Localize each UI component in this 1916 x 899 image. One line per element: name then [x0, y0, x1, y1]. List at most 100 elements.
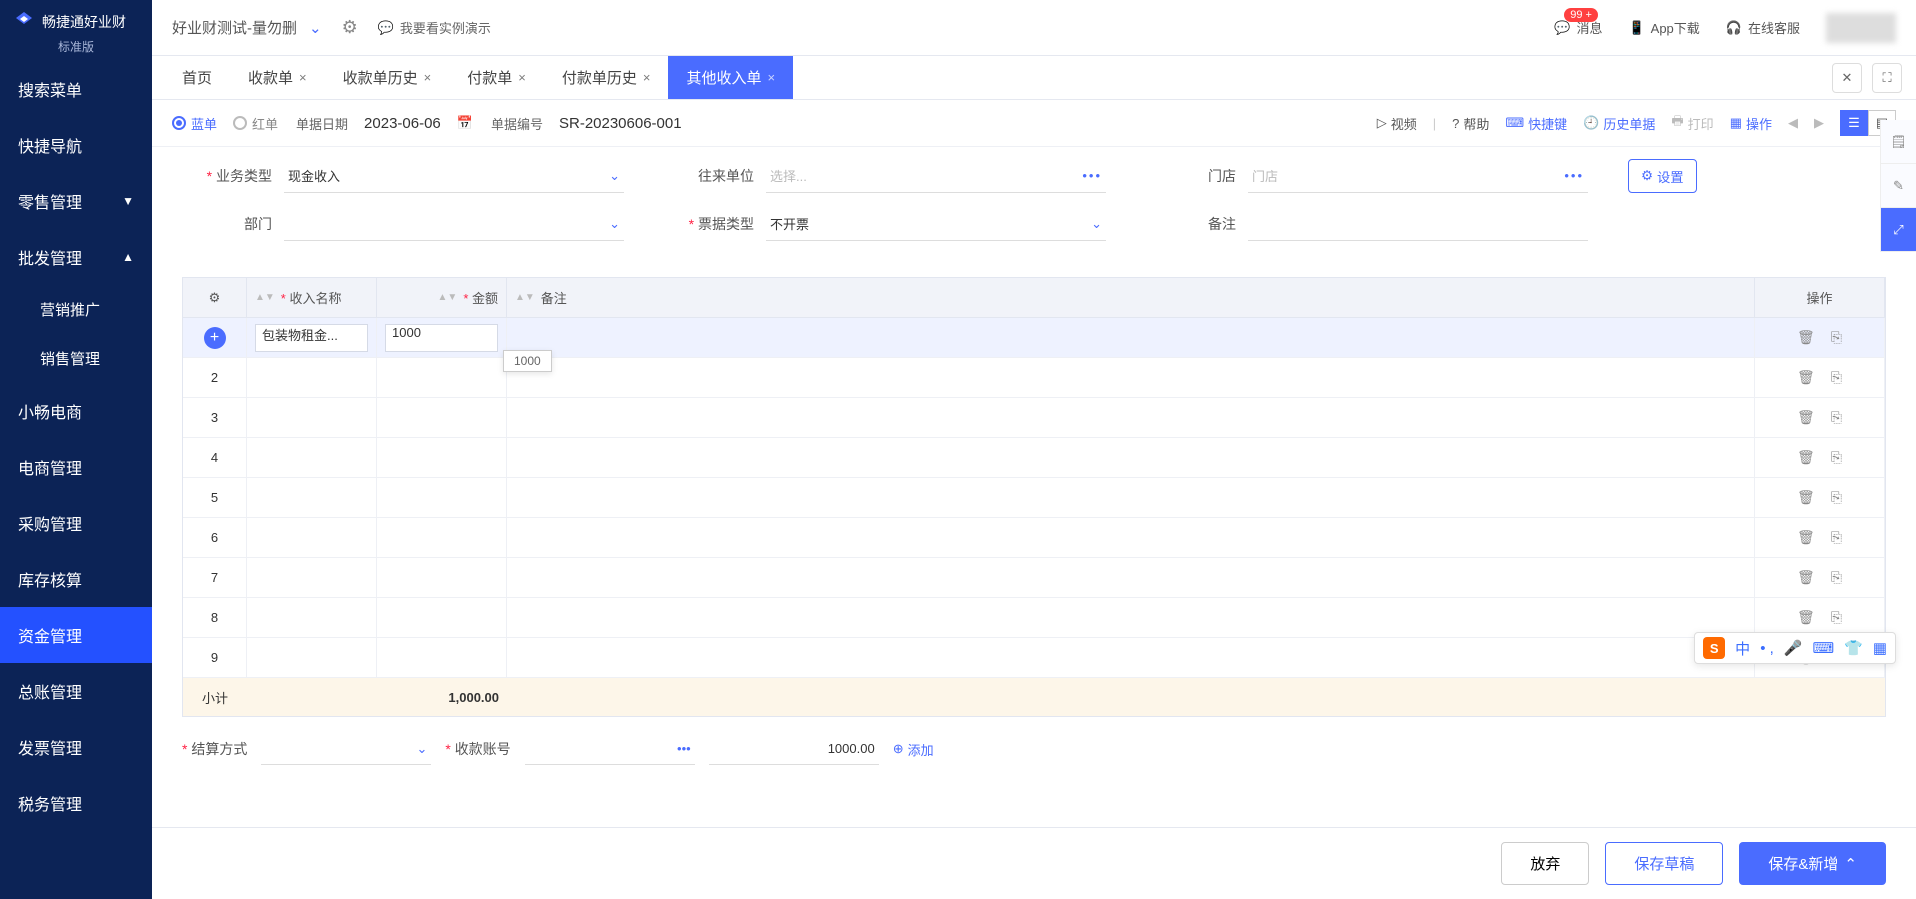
th-amount[interactable]: ▲▼金额 [377, 278, 507, 317]
ime-mic-icon[interactable]: 🎤 [1784, 639, 1803, 657]
delete-row-icon[interactable]: 🗑 [1797, 569, 1815, 586]
tab[interactable]: 其他收入单× [668, 56, 793, 99]
sidebar-item[interactable]: 小畅电商 [0, 383, 152, 439]
income-name-cell[interactable] [247, 398, 377, 437]
income-name-input[interactable]: 包装物租金... [255, 324, 368, 352]
ime-keyboard-icon[interactable]: ⌨ [1812, 639, 1834, 657]
shortcut-link[interactable]: ⌨快捷键 [1505, 114, 1567, 133]
sidebar-item[interactable]: 营销推广 [0, 285, 152, 334]
remark-cell[interactable] [507, 358, 1755, 397]
remark-input[interactable] [1248, 207, 1588, 241]
history-link[interactable]: 🕘历史单据 [1583, 114, 1655, 133]
gutter-note-icon[interactable]: 🗒 [1881, 120, 1916, 164]
calendar-icon[interactable]: 📅 [457, 115, 473, 131]
remark-cell[interactable] [507, 518, 1755, 557]
store-select[interactable]: 门店 ••• [1248, 159, 1588, 193]
amount-cell[interactable] [377, 638, 507, 677]
sidebar-item[interactable]: 快捷导航 [0, 117, 152, 173]
delete-row-icon[interactable]: 🗑 [1797, 489, 1815, 506]
amount-cell[interactable] [377, 558, 507, 597]
settings-button[interactable]: ⚙ 设置 [1628, 159, 1697, 193]
copy-row-icon[interactable]: ⎘ [1831, 369, 1842, 386]
sidebar-item[interactable]: 搜索菜单 [0, 61, 152, 117]
help-link[interactable]: ?帮助 [1452, 114, 1489, 133]
amount-cell[interactable] [377, 398, 507, 437]
ime-skin-icon[interactable]: 👕 [1844, 639, 1863, 657]
tab[interactable]: 付款单历史× [544, 56, 669, 99]
prev-arrow-icon[interactable]: ◀ [1788, 115, 1798, 131]
delete-row-icon[interactable]: 🗑 [1797, 329, 1815, 346]
remark-cell[interactable] [507, 318, 1755, 357]
ime-punct-icon[interactable]: • , [1760, 640, 1774, 657]
delete-row-icon[interactable]: 🗑 [1797, 449, 1815, 466]
action-dropdown[interactable]: ▦操作 [1730, 114, 1772, 133]
sidebar-item[interactable]: 税务管理 [0, 775, 152, 831]
income-name-cell[interactable] [247, 358, 377, 397]
biz-type-select[interactable]: 现金收入 ⌄ [284, 159, 624, 193]
close-icon[interactable]: × [643, 70, 651, 85]
sidebar-item[interactable]: 库存核算 [0, 551, 152, 607]
copy-row-icon[interactable]: ⎘ [1831, 489, 1842, 506]
ime-lang[interactable]: 中 [1735, 638, 1750, 659]
app-download-button[interactable]: 📱 App下载 [1628, 18, 1699, 37]
copy-row-icon[interactable]: ⎘ [1831, 409, 1842, 426]
video-link[interactable]: ▷视频 [1377, 114, 1417, 133]
gear-icon[interactable]: ⚙ [342, 17, 358, 38]
income-name-cell[interactable] [247, 478, 377, 517]
tab[interactable]: 付款单× [449, 56, 544, 99]
income-name-cell[interactable] [247, 518, 377, 557]
settle-acct-select[interactable]: ••• [525, 733, 695, 765]
ime-menu-icon[interactable]: ▦ [1873, 639, 1887, 657]
amount-cell[interactable] [377, 598, 507, 637]
income-name-cell[interactable] [247, 638, 377, 677]
amount-cell[interactable] [377, 518, 507, 557]
add-settlement-button[interactable]: ⊕ 添加 [893, 740, 934, 759]
gutter-expand-icon[interactable]: ⤢ [1881, 208, 1916, 252]
th-income-name[interactable]: ▲▼收入名称 [247, 278, 377, 317]
radio-blue[interactable]: 蓝单 [172, 114, 217, 133]
gutter-pen-icon[interactable]: ✎ [1881, 164, 1916, 208]
sidebar-item[interactable]: 采购管理 [0, 495, 152, 551]
save-draft-button[interactable]: 保存草稿 [1605, 842, 1723, 885]
party-select[interactable]: 选择... ••• [766, 159, 1106, 193]
income-name-cell[interactable] [247, 558, 377, 597]
list-view-icon[interactable]: ☰ [1840, 110, 1868, 136]
dept-select[interactable]: ⌄ [284, 207, 624, 241]
ime-bar[interactable]: S 中 • , 🎤 ⌨ 👕 ▦ [1694, 632, 1896, 664]
save-new-button[interactable]: 保存&新增 ⌃ [1739, 842, 1886, 885]
sidebar-item[interactable]: 总账管理 [0, 663, 152, 719]
demo-link[interactable]: 💬 我要看实例演示 [378, 18, 491, 37]
print-link[interactable]: 🖶打印 [1671, 112, 1713, 134]
add-row-button[interactable]: + [204, 327, 226, 349]
sidebar-item[interactable]: 电商管理 [0, 439, 152, 495]
remark-cell[interactable] [507, 478, 1755, 517]
sidebar-item[interactable]: 零售管理▼ [0, 173, 152, 229]
settle-method-select[interactable]: ⌄ [261, 733, 431, 765]
close-icon[interactable]: × [424, 70, 432, 85]
close-icon[interactable]: ✕ [1832, 63, 1862, 93]
delete-row-icon[interactable]: 🗑 [1797, 369, 1815, 386]
remark-cell[interactable] [507, 638, 1755, 677]
income-name-cell[interactable] [247, 438, 377, 477]
tab[interactable]: 收款单历史× [325, 56, 450, 99]
close-icon[interactable]: × [518, 70, 526, 85]
sidebar-item[interactable]: 发票管理 [0, 719, 152, 775]
next-arrow-icon[interactable]: ▶ [1814, 115, 1824, 131]
invoice-select[interactable]: 不开票 ⌄ [766, 207, 1106, 241]
income-name-cell[interactable] [247, 598, 377, 637]
sidebar-item[interactable]: 批发管理▲ [0, 229, 152, 285]
copy-row-icon[interactable]: ⎘ [1831, 569, 1842, 586]
sidebar-item[interactable]: 销售管理 [0, 334, 152, 383]
delete-row-icon[interactable]: 🗑 [1797, 409, 1815, 426]
remark-cell[interactable] [507, 438, 1755, 477]
sidebar-item[interactable]: 资金管理 [0, 607, 152, 663]
amount-cell[interactable] [377, 478, 507, 517]
close-icon[interactable]: × [299, 70, 307, 85]
remark-cell[interactable] [507, 558, 1755, 597]
abandon-button[interactable]: 放弃 [1501, 842, 1589, 885]
tab[interactable]: 首页 [164, 56, 230, 99]
copy-row-icon[interactable]: ⎘ [1831, 609, 1842, 626]
copy-row-icon[interactable]: ⎘ [1831, 449, 1842, 466]
customer-service-button[interactable]: 🎧 在线客服 [1726, 18, 1800, 37]
amount-input[interactable]: 1000 [385, 324, 498, 352]
